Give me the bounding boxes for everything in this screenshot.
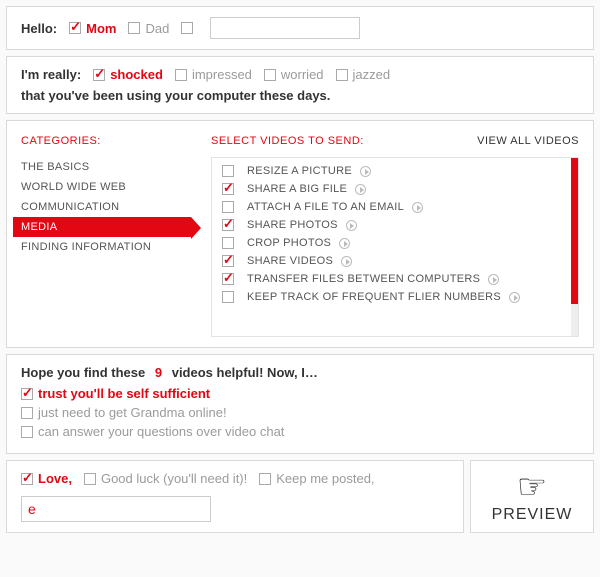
really-option-jazzed[interactable]: jazzed	[336, 67, 391, 82]
checkbox-icon	[84, 473, 96, 485]
checkbox-icon	[93, 69, 105, 81]
closing-option[interactable]: can answer your questions over video cha…	[21, 424, 579, 439]
closing-option[interactable]: trust you'll be self sufficient	[21, 386, 579, 401]
video-item[interactable]: CROP PHOTOS	[212, 234, 578, 252]
checkbox-icon	[222, 165, 234, 177]
hello-option-mom[interactable]: Mom	[69, 21, 116, 36]
checkbox-icon	[21, 473, 33, 485]
hello-panel: Hello: Mom Dad	[6, 6, 594, 50]
signoff-option-goodluck[interactable]: Good luck (you'll need it)!	[84, 471, 247, 486]
really-option-impressed[interactable]: impressed	[175, 67, 252, 82]
hello-label: Hello:	[21, 21, 57, 36]
checkbox-icon	[222, 237, 234, 249]
really-option-shocked[interactable]: shocked	[93, 67, 163, 82]
really-prefix: I'm really:	[21, 67, 81, 82]
category-item[interactable]: THE BASICS	[21, 157, 191, 177]
checkbox-icon	[222, 255, 234, 267]
checkbox-icon	[21, 426, 33, 438]
hello-option-dad[interactable]: Dad	[128, 21, 169, 36]
video-scrollbar[interactable]	[571, 158, 578, 336]
view-all-videos-link[interactable]: VIEW ALL VIDEOS	[477, 135, 579, 147]
checkbox-icon	[21, 407, 33, 419]
categories-column: CATEGORIES: THE BASICS WORLD WIDE WEB CO…	[21, 135, 191, 337]
preview-button[interactable]: ☞ PREVIEW	[470, 460, 594, 533]
categories-header: CATEGORIES:	[21, 135, 191, 147]
closing-panel: Hope you find these 9 videos helpful! No…	[6, 354, 594, 454]
signoff-panel: Love, Good luck (you'll need it)! Keep m…	[6, 460, 464, 533]
play-icon[interactable]	[346, 220, 357, 231]
videos-panel: CATEGORIES: THE BASICS WORLD WIDE WEB CO…	[6, 120, 594, 348]
video-item[interactable]: SHARE VIDEOS	[212, 252, 578, 270]
closing-sentence: Hope you find these 9 videos helpful! No…	[21, 365, 579, 380]
video-item[interactable]: SHARE A BIG FILE	[212, 180, 578, 198]
checkbox-icon	[222, 273, 234, 285]
really-panel: I'm really: shocked impressed worried ja…	[6, 56, 594, 114]
video-item[interactable]: TRANSFER FILES BETWEEN COMPUTERS	[212, 270, 578, 288]
video-item[interactable]: RESIZE A PICTURE	[212, 162, 578, 180]
play-icon[interactable]	[488, 274, 499, 285]
videos-header: SELECT VIDEOS TO SEND:	[211, 135, 364, 147]
category-item[interactable]: WORLD WIDE WEB	[21, 177, 191, 197]
pointing-hand-icon: ☞	[517, 470, 547, 504]
play-icon[interactable]	[339, 238, 350, 249]
signoff-option-love[interactable]: Love,	[21, 471, 72, 486]
bottom-row: Love, Good luck (you'll need it)! Keep m…	[6, 460, 594, 539]
play-icon[interactable]	[360, 166, 371, 177]
play-icon[interactable]	[412, 202, 423, 213]
video-list: RESIZE A PICTURE SHARE A BIG FILE ATTACH…	[211, 157, 579, 337]
preview-label: PREVIEW	[492, 506, 573, 524]
signoff-option-keepposted[interactable]: Keep me posted,	[259, 471, 374, 486]
play-icon[interactable]	[509, 292, 520, 303]
checkbox-icon	[222, 219, 234, 231]
scrollbar-thumb[interactable]	[571, 158, 578, 304]
video-count: 9	[155, 365, 162, 380]
hello-option-blank[interactable]	[181, 22, 198, 34]
checkbox-icon	[222, 291, 234, 303]
checkbox-icon	[222, 201, 234, 213]
category-item[interactable]: COMMUNICATION	[21, 197, 191, 217]
checkbox-icon	[181, 22, 193, 34]
video-item[interactable]: SHARE PHOTOS	[212, 216, 578, 234]
hello-blank-input[interactable]	[210, 17, 360, 39]
really-option-worried[interactable]: worried	[264, 67, 324, 82]
checkbox-icon	[69, 22, 81, 34]
closing-option[interactable]: just need to get Grandma online!	[21, 405, 579, 420]
video-item[interactable]: KEEP TRACK OF FREQUENT FLIER NUMBERS	[212, 288, 578, 306]
category-item-active[interactable]: MEDIA	[13, 217, 191, 237]
video-item[interactable]: ATTACH A FILE TO AN EMAIL	[212, 198, 578, 216]
signature-input[interactable]: e	[21, 496, 211, 522]
videos-column: SELECT VIDEOS TO SEND: VIEW ALL VIDEOS R…	[191, 135, 579, 337]
checkbox-icon	[259, 473, 271, 485]
checkbox-icon	[336, 69, 348, 81]
play-icon[interactable]	[355, 184, 366, 195]
checkbox-icon	[21, 388, 33, 400]
checkbox-icon	[175, 69, 187, 81]
category-item[interactable]: FINDING INFORMATION	[21, 237, 191, 257]
really-body: that you've been using your computer the…	[21, 88, 579, 103]
checkbox-icon	[222, 183, 234, 195]
checkbox-icon	[264, 69, 276, 81]
play-icon[interactable]	[341, 256, 352, 267]
checkbox-icon	[128, 22, 140, 34]
